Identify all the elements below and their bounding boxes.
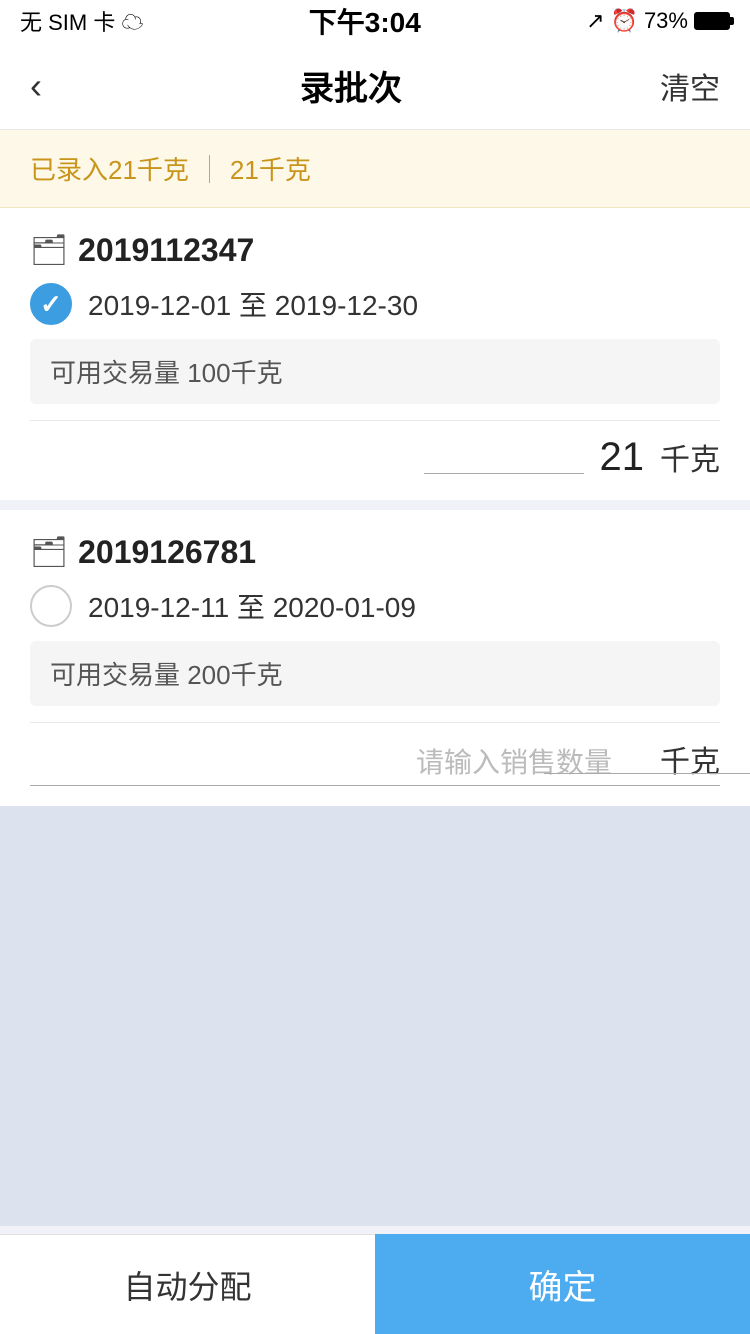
batch-date-row-2[interactable]: 2019-12-11 至 2020-01-09 bbox=[30, 585, 720, 627]
batch-item-2: 🗂 2019126781 2019-12-11 至 2020-01-09 可用交… bbox=[0, 510, 750, 806]
document-icon-2: 🗂 bbox=[30, 535, 68, 570]
batch-item-1: 🗂 2019112347 ✓ 2019-12-01 至 2019-12-30 可… bbox=[0, 208, 750, 510]
batch-date-row-1[interactable]: ✓ 2019-12-01 至 2019-12-30 bbox=[30, 283, 720, 325]
batch-id-2: 2019126781 bbox=[78, 534, 256, 571]
batch-header-2: 🗂 2019126781 bbox=[30, 534, 720, 571]
status-time: 下午3:04 bbox=[309, 1, 421, 41]
status-right: ↗ ⏰ 73% bbox=[586, 8, 730, 34]
batch-header-1: 🗂 2019112347 bbox=[30, 232, 720, 269]
qty-unit-1: 千克 bbox=[660, 435, 720, 479]
radio-button-2[interactable] bbox=[30, 585, 72, 627]
empty-area bbox=[0, 806, 750, 1226]
back-button[interactable]: ‹ bbox=[30, 65, 42, 107]
batch-date-1: 2019-12-01 至 2019-12-30 bbox=[88, 284, 418, 324]
radio-button-1[interactable]: ✓ bbox=[30, 283, 72, 325]
document-icon-1: 🗂 bbox=[30, 233, 68, 268]
recorded-label: 已录入21千克 bbox=[30, 150, 189, 187]
batch-id-1: 2019112347 bbox=[78, 232, 254, 269]
no-sim-text: 无 SIM 卡 ☁ bbox=[20, 5, 143, 37]
alarm-icon: ⏰ bbox=[611, 8, 638, 34]
clear-button[interactable]: 清空 bbox=[660, 64, 720, 108]
qty-unit-2: 千克 bbox=[660, 737, 720, 781]
footer: 自动分配 确定 bbox=[0, 1234, 750, 1334]
info-divider bbox=[209, 155, 210, 183]
status-bar: 无 SIM 卡 ☁ 下午3:04 ↗ ⏰ 73% bbox=[0, 0, 750, 42]
available-qty-1: 可用交易量 100千克 bbox=[30, 339, 720, 404]
battery-icon bbox=[694, 12, 730, 30]
status-left: 无 SIM 卡 ☁ bbox=[20, 5, 143, 37]
auto-distribute-button[interactable]: 自动分配 bbox=[0, 1234, 375, 1334]
recorded-value: 21千克 bbox=[230, 150, 311, 187]
location-icon: ↗ bbox=[586, 8, 604, 34]
qty-input-2[interactable]: 请输入销售数量 bbox=[30, 741, 612, 781]
battery-percent: 73% bbox=[644, 8, 688, 34]
confirm-button[interactable]: 确定 bbox=[375, 1234, 750, 1334]
check-icon-1: ✓ bbox=[40, 289, 62, 320]
nav-bar: ‹ 录批次 清空 bbox=[0, 42, 750, 130]
info-bar: 已录入21千克 21千克 bbox=[0, 130, 750, 208]
qty-value-1: 21 bbox=[600, 435, 645, 480]
batch-date-2: 2019-12-11 至 2020-01-09 bbox=[88, 586, 416, 626]
available-qty-2: 可用交易量 200千克 bbox=[30, 641, 720, 706]
page-title: 录批次 bbox=[300, 61, 402, 110]
